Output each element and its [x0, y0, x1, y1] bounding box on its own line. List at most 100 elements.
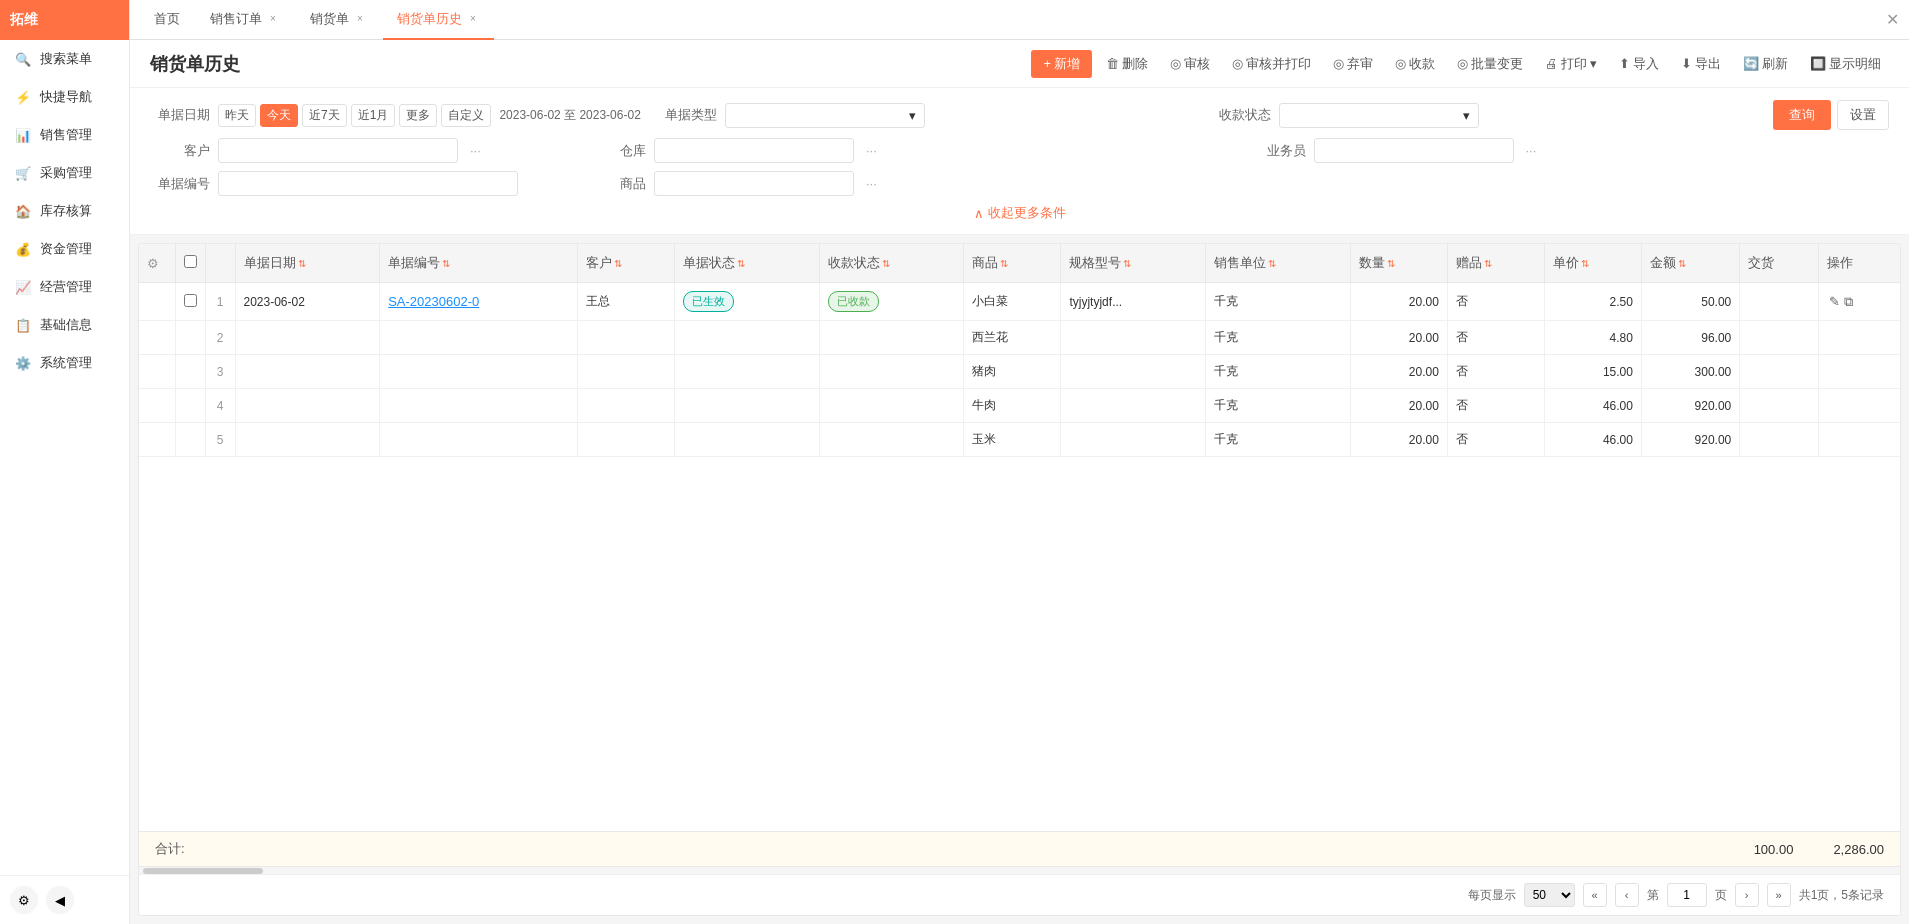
sidebar: 拓维 🔍 搜索菜单 ⚡ 快捷导航 📊 销售管理 🛒 采购管理 🏠 库存核算 💰 …: [0, 0, 130, 924]
page-number-input[interactable]: [1667, 883, 1707, 907]
first-page-btn[interactable]: «: [1583, 883, 1607, 907]
staff-input[interactable]: [1314, 138, 1514, 163]
collapse-filter-btn[interactable]: ∧ 收起更多条件: [150, 204, 1889, 222]
date-btn-yesterday[interactable]: 昨天: [218, 104, 256, 127]
last-page-btn[interactable]: »: [1767, 883, 1791, 907]
row-action: ✎⧉: [1818, 283, 1900, 321]
col-doc-status[interactable]: 单据状态⇅: [675, 244, 820, 283]
row-gift: 否: [1447, 321, 1544, 355]
tab-sales-history-close[interactable]: ×: [466, 12, 480, 26]
goods-input[interactable]: [654, 171, 854, 196]
col-doc-no[interactable]: 单据编号⇅: [380, 244, 578, 283]
refresh-button[interactable]: 🔄 刷新: [1735, 51, 1796, 77]
row-number: 4: [205, 389, 235, 423]
sidebar-item-sales-mgmt[interactable]: 📊 销售管理: [0, 116, 129, 154]
export-button[interactable]: ⬇ 导出: [1673, 51, 1729, 77]
col-unit-price[interactable]: 单价⇅: [1544, 244, 1641, 283]
display-detail-button[interactable]: 🔲 显示明细: [1802, 51, 1889, 77]
delete-button[interactable]: 🗑 删除: [1098, 51, 1156, 77]
tab-home[interactable]: 首页: [140, 0, 194, 40]
row-goods: 牛肉: [964, 389, 1061, 423]
prev-page-btn[interactable]: ‹: [1615, 883, 1639, 907]
row-customer: [578, 423, 675, 457]
edit-row-btn[interactable]: ✎: [1829, 294, 1840, 309]
doc-no-link[interactable]: SA-20230602-0: [388, 294, 479, 309]
audit-button[interactable]: ◎ 审核: [1162, 51, 1218, 77]
sidebar-collapse-btn[interactable]: ◀: [46, 886, 74, 914]
sidebar-item-label: 系统管理: [40, 354, 92, 372]
row-unit: 千克: [1206, 321, 1351, 355]
add-button[interactable]: + 新增: [1031, 50, 1092, 78]
col-doc-date[interactable]: 单据日期⇅: [235, 244, 380, 283]
sidebar-item-inventory[interactable]: 🏠 库存核算: [0, 192, 129, 230]
table-wrapper[interactable]: ⚙ 单据日期⇅ 单据编号⇅ 客户⇅ 单据状态⇅ 收款状态⇅ 商品⇅ 规格型号⇅ …: [139, 244, 1900, 831]
warehouse-lookup-btn[interactable]: ···: [866, 143, 877, 158]
customer-lookup-btn[interactable]: ···: [470, 143, 481, 158]
sidebar-settings-btn[interactable]: ⚙: [10, 886, 38, 914]
tab-sales-history[interactable]: 销货单历史 ×: [383, 0, 494, 40]
abandon-button[interactable]: ◎ 弃审: [1325, 51, 1381, 77]
tab-bar-close-all[interactable]: ✕: [1886, 10, 1899, 29]
row-doc-no: [380, 389, 578, 423]
date-btn-custom[interactable]: 自定义: [441, 104, 491, 127]
import-button[interactable]: ⬆ 导入: [1611, 51, 1667, 77]
col-unit[interactable]: 销售单位⇅: [1206, 244, 1351, 283]
query-button[interactable]: 查询: [1773, 100, 1831, 130]
export-icon: ⬇: [1681, 56, 1692, 71]
doc-type-select[interactable]: ▾: [725, 103, 925, 128]
sort-unit-price-icon: ⇅: [1581, 258, 1589, 269]
tab-sales-goods-close[interactable]: ×: [353, 12, 367, 26]
row-pay-status: [819, 423, 964, 457]
scrollbar-thumb[interactable]: [143, 868, 263, 874]
col-gear[interactable]: ⚙: [139, 244, 175, 283]
col-spec[interactable]: 规格型号⇅: [1061, 244, 1206, 283]
sidebar-item-quick-nav[interactable]: ⚡ 快捷导航: [0, 78, 129, 116]
row-select-checkbox[interactable]: [184, 294, 197, 307]
col-goods[interactable]: 商品⇅: [964, 244, 1061, 283]
sidebar-item-search-menu[interactable]: 🔍 搜索菜单: [0, 40, 129, 78]
col-pay-status[interactable]: 收款状态⇅: [819, 244, 964, 283]
select-all-checkbox[interactable]: [184, 255, 197, 268]
staff-lookup-btn[interactable]: ···: [1526, 143, 1537, 158]
refresh-label: 刷新: [1762, 55, 1788, 73]
audit-print-button[interactable]: ◎ 审核并打印: [1224, 51, 1319, 77]
per-page-select[interactable]: 50 100 200: [1524, 883, 1575, 907]
doc-no-input[interactable]: [218, 171, 518, 196]
sidebar-item-purchase-mgmt[interactable]: 🛒 采购管理: [0, 154, 129, 192]
col-gift[interactable]: 赠品⇅: [1447, 244, 1544, 283]
sidebar-item-base-info[interactable]: 📋 基础信息: [0, 306, 129, 344]
batch-change-button[interactable]: ◎ 批量变更: [1449, 51, 1531, 77]
horizontal-scrollbar[interactable]: [139, 866, 1900, 874]
col-gift-label: 赠品: [1456, 255, 1482, 270]
table-row: 5玉米千克20.00否46.00920.00: [139, 423, 1900, 457]
sidebar-item-label: 采购管理: [40, 164, 92, 182]
customer-input[interactable]: [218, 138, 458, 163]
print-button[interactable]: 🖨 打印 ▾: [1537, 51, 1605, 77]
sidebar-item-sys-mgmt[interactable]: ⚙️ 系统管理: [0, 344, 129, 382]
warehouse-input[interactable]: [654, 138, 854, 163]
row-checkbox: [175, 423, 205, 457]
sidebar-bottom: ⚙ ◀: [0, 875, 129, 924]
date-btn-today[interactable]: 今天: [260, 104, 298, 127]
payment-status-select[interactable]: ▾: [1279, 103, 1479, 128]
page-header: 销货单历史 + 新增 🗑 删除 ◎ 审核 ◎ 审核并打印: [130, 40, 1909, 88]
next-page-btn[interactable]: ›: [1735, 883, 1759, 907]
tab-sales-order-close[interactable]: ×: [266, 12, 280, 26]
tab-sales-order[interactable]: 销售订单 ×: [196, 0, 294, 40]
date-btn-7days[interactable]: 近7天: [302, 104, 347, 127]
receive-button[interactable]: ◎ 收款: [1387, 51, 1443, 77]
copy-row-btn[interactable]: ⧉: [1844, 294, 1853, 309]
sidebar-item-operations[interactable]: 📈 经营管理: [0, 268, 129, 306]
gear-icon[interactable]: ⚙: [147, 256, 159, 271]
date-btn-more[interactable]: 更多: [399, 104, 437, 127]
settings-button[interactable]: 设置: [1837, 100, 1889, 130]
row-spec: [1061, 321, 1206, 355]
goods-lookup-btn[interactable]: ···: [866, 176, 877, 191]
sidebar-item-finance[interactable]: 💰 资金管理: [0, 230, 129, 268]
col-amount[interactable]: 金额⇅: [1641, 244, 1739, 283]
row-delivery: [1740, 423, 1819, 457]
col-qty[interactable]: 数量⇅: [1350, 244, 1447, 283]
tab-sales-goods[interactable]: 销货单 ×: [296, 0, 381, 40]
date-btn-1month[interactable]: 近1月: [351, 104, 396, 127]
col-customer[interactable]: 客户⇅: [578, 244, 675, 283]
